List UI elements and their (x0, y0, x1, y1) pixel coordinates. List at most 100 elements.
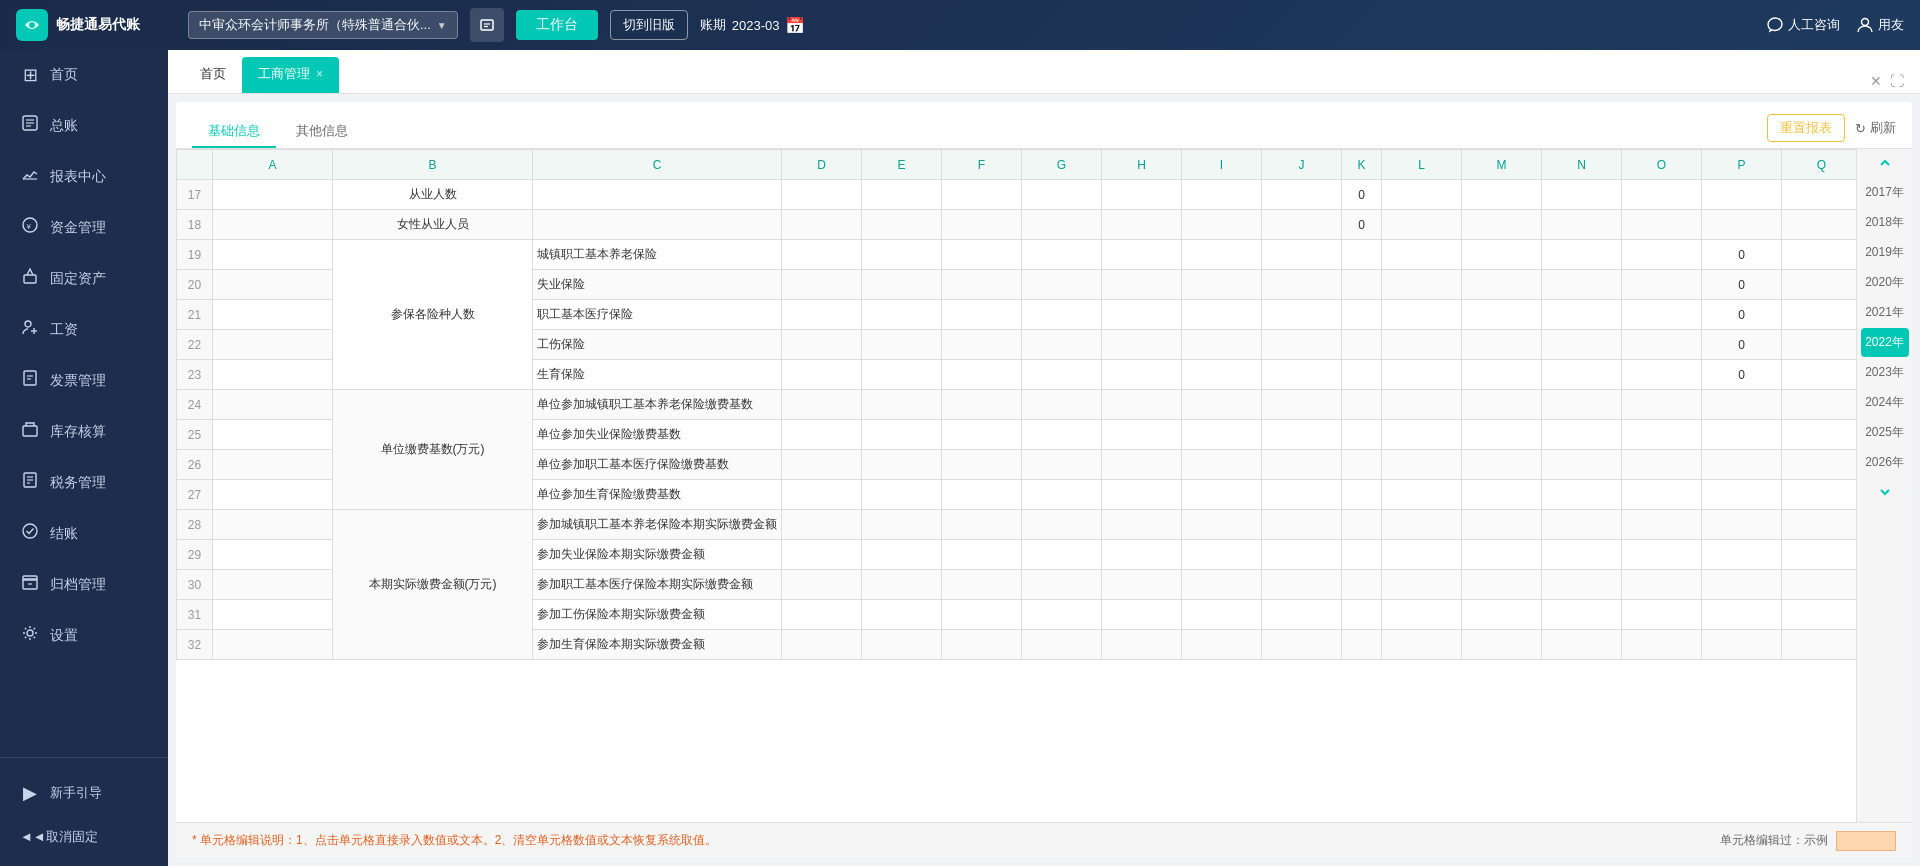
cell-data[interactable] (782, 210, 862, 240)
cell-k[interactable] (1342, 480, 1382, 510)
cell-data[interactable] (942, 360, 1022, 390)
cell-p[interactable] (1702, 540, 1782, 570)
cell-data[interactable] (1022, 180, 1102, 210)
sub-tab-basic[interactable]: 基础信息 (192, 116, 276, 148)
cell-a[interactable] (213, 480, 333, 510)
cell-data[interactable] (1622, 300, 1702, 330)
cell-a[interactable] (213, 300, 333, 330)
sidebar-item-reports[interactable]: 报表中心 (0, 151, 168, 202)
cell-data[interactable] (1542, 480, 1622, 510)
cell-q[interactable] (1782, 360, 1857, 390)
sidebar-item-inventory[interactable]: 库存核算 (0, 406, 168, 457)
cell-data[interactable] (1102, 240, 1182, 270)
cell-q[interactable] (1782, 630, 1857, 660)
cell-data[interactable] (1622, 420, 1702, 450)
cell-q[interactable] (1782, 480, 1857, 510)
cell-data[interactable] (1622, 360, 1702, 390)
sidebar-item-tax[interactable]: 税务管理 (0, 457, 168, 508)
table-wrapper[interactable]: A B C D E F G H I J K L (176, 149, 1856, 822)
cell-data[interactable] (1102, 480, 1182, 510)
cell-data[interactable] (1542, 600, 1622, 630)
cell-data[interactable] (1542, 300, 1622, 330)
tab-home[interactable]: 首页 (184, 57, 242, 93)
cell-data[interactable] (1102, 180, 1182, 210)
cell-k[interactable] (1342, 450, 1382, 480)
cell-data[interactable] (1382, 360, 1462, 390)
cell-b[interactable]: 单位缴费基数(万元) (333, 390, 533, 510)
cell-a[interactable] (213, 240, 333, 270)
cell-p[interactable]: 0 (1702, 330, 1782, 360)
cell-data[interactable] (1542, 270, 1622, 300)
tab-close-icon[interactable]: × (316, 67, 323, 81)
cell-data[interactable] (1102, 390, 1182, 420)
window-expand-icon[interactable]: ⛶ (1890, 73, 1904, 89)
cell-a[interactable] (213, 570, 333, 600)
cell-data[interactable] (1462, 210, 1542, 240)
cell-b[interactable]: 女性从业人员 (333, 210, 533, 240)
cell-c[interactable]: 城镇职工基本养老保险 (533, 240, 782, 270)
year-item[interactable]: 2019年 (1861, 238, 1909, 267)
cell-data[interactable] (942, 480, 1022, 510)
cell-data[interactable] (942, 180, 1022, 210)
cell-data[interactable] (1622, 180, 1702, 210)
cell-k[interactable]: 0 (1342, 210, 1382, 240)
cell-data[interactable] (1102, 630, 1182, 660)
calendar-icon[interactable]: 📅 (785, 16, 805, 35)
cell-data[interactable] (1022, 300, 1102, 330)
cell-data[interactable] (1102, 210, 1182, 240)
cell-data[interactable] (862, 480, 942, 510)
cell-data[interactable] (1382, 600, 1462, 630)
cell-data[interactable] (1102, 570, 1182, 600)
cell-c[interactable]: 单位参加城镇职工基本养老保险缴费基数 (533, 390, 782, 420)
cell-data[interactable] (1622, 240, 1702, 270)
cell-data[interactable] (1182, 360, 1262, 390)
table-row[interactable]: 24单位缴费基数(万元)单位参加城镇职工基本养老保险缴费基数 (177, 390, 1857, 420)
cell-data[interactable] (1462, 360, 1542, 390)
cell-data[interactable] (1262, 630, 1342, 660)
cell-data[interactable] (1462, 510, 1542, 540)
table-row[interactable]: 19参保各险种人数城镇职工基本养老保险0 (177, 240, 1857, 270)
cell-data[interactable] (942, 450, 1022, 480)
table-row[interactable]: 17从业人数0 (177, 180, 1857, 210)
year-nav-down[interactable] (1865, 480, 1905, 504)
cell-q[interactable] (1782, 570, 1857, 600)
cell-data[interactable] (782, 510, 862, 540)
cell-data[interactable] (1542, 420, 1622, 450)
cell-data[interactable] (862, 270, 942, 300)
cell-p[interactable] (1702, 180, 1782, 210)
cell-p[interactable] (1702, 420, 1782, 450)
cell-data[interactable] (1262, 600, 1342, 630)
cancel-pin-button[interactable]: ◄◄取消固定 (0, 818, 168, 856)
cell-b[interactable]: 参保各险种人数 (333, 240, 533, 390)
cell-data[interactable] (782, 540, 862, 570)
cell-data[interactable] (782, 180, 862, 210)
cell-data[interactable] (1182, 510, 1262, 540)
cell-data[interactable] (1022, 390, 1102, 420)
cell-data[interactable] (1622, 450, 1702, 480)
cell-k[interactable] (1342, 630, 1382, 660)
company-selector[interactable]: 中审众环会计师事务所（特殊普通合伙... ▼ (188, 11, 458, 39)
cell-data[interactable] (862, 360, 942, 390)
cell-data[interactable] (1462, 240, 1542, 270)
cell-data[interactable] (1262, 390, 1342, 420)
cell-data[interactable] (862, 570, 942, 600)
cell-c[interactable]: 参加职工基本医疗保险本期实际缴费金额 (533, 570, 782, 600)
cell-data[interactable] (1182, 210, 1262, 240)
cell-data[interactable] (1622, 630, 1702, 660)
cell-k[interactable] (1342, 240, 1382, 270)
cell-data[interactable] (1462, 180, 1542, 210)
cell-data[interactable] (1262, 450, 1342, 480)
cell-data[interactable] (1182, 240, 1262, 270)
cell-data[interactable] (1382, 270, 1462, 300)
cell-data[interactable] (1542, 630, 1622, 660)
cell-data[interactable] (782, 330, 862, 360)
cell-data[interactable] (1022, 600, 1102, 630)
cell-data[interactable] (1382, 180, 1462, 210)
year-item[interactable]: 2021年 (1861, 298, 1909, 327)
cell-data[interactable] (782, 360, 862, 390)
cell-data[interactable] (782, 420, 862, 450)
cell-data[interactable] (862, 300, 942, 330)
cell-data[interactable] (1182, 480, 1262, 510)
cell-k[interactable] (1342, 540, 1382, 570)
cell-a[interactable] (213, 270, 333, 300)
